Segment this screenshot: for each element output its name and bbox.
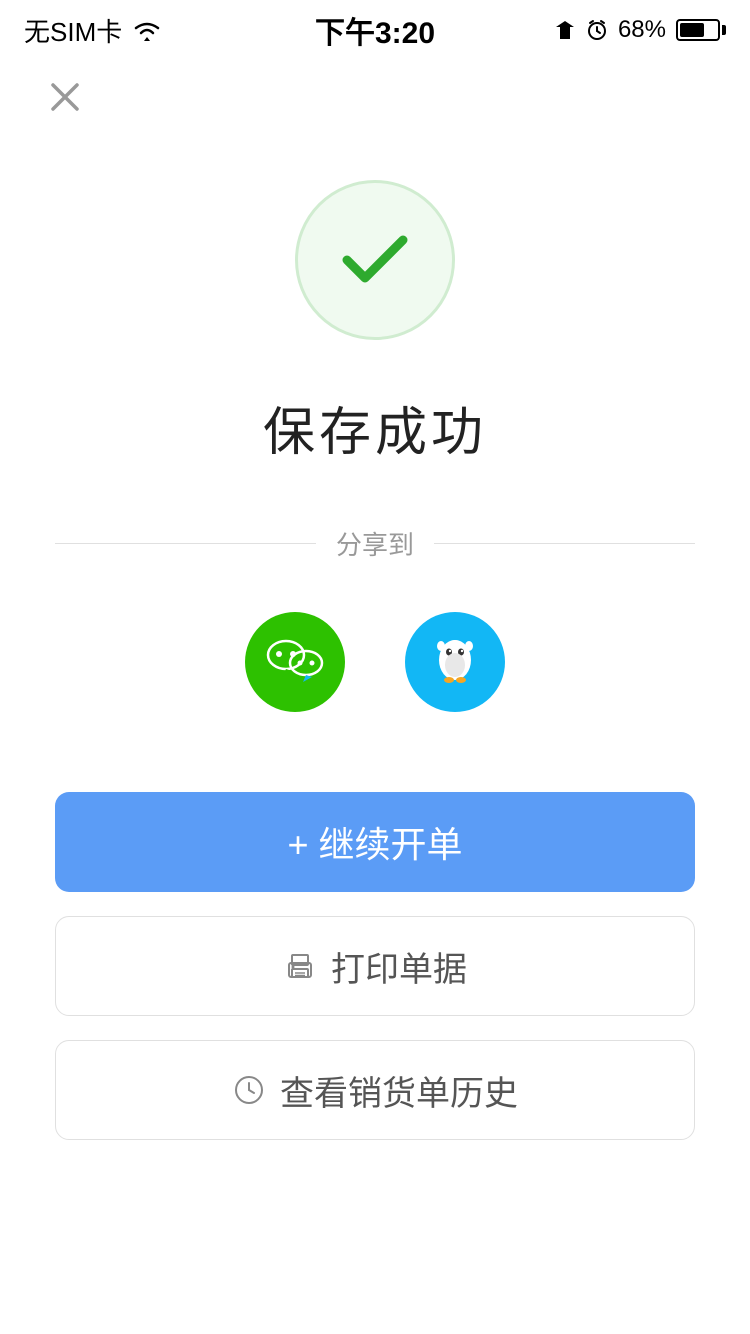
- status-time: 下午3:20: [315, 8, 435, 52]
- carrier-text: 无SIM卡: [24, 12, 122, 49]
- success-circle: [295, 180, 455, 340]
- history-button[interactable]: 查看销货单历史: [55, 1040, 695, 1140]
- share-divider: 分享到: [55, 525, 695, 562]
- wechat-share-button[interactable]: [245, 612, 345, 712]
- qq-share-button[interactable]: [405, 612, 505, 712]
- history-icon: [232, 1073, 266, 1107]
- wifi-icon: [132, 19, 162, 41]
- status-bar: 无SIM卡 下午3:20 68%: [0, 0, 750, 60]
- action-buttons: + 继续开单 打印单据 查看销货单历史: [55, 792, 695, 1140]
- status-carrier: 无SIM卡: [24, 12, 162, 49]
- battery-icon: [676, 19, 726, 41]
- history-label: 查看销货单历史: [280, 1066, 518, 1115]
- divider-line-right: [434, 543, 695, 544]
- printer-icon: [283, 949, 317, 983]
- close-button[interactable]: [40, 72, 90, 122]
- share-label: 分享到: [336, 525, 414, 562]
- alarm-icon: [586, 19, 608, 41]
- close-icon: [47, 79, 83, 115]
- print-button[interactable]: 打印单据: [55, 916, 695, 1016]
- divider-line-left: [55, 543, 316, 544]
- wechat-icon: [266, 637, 324, 687]
- print-label: 打印单据: [331, 942, 467, 991]
- check-icon: [335, 218, 415, 303]
- status-right: 68%: [554, 16, 726, 44]
- main-content: 保存成功 分享到: [0, 60, 750, 1140]
- location-icon: [554, 19, 576, 41]
- battery-percent: 68%: [618, 16, 666, 44]
- qq-icon: [425, 632, 485, 692]
- share-icons: [245, 612, 505, 712]
- checkmark-svg: [335, 218, 415, 298]
- continue-button[interactable]: + 继续开单: [55, 792, 695, 892]
- success-title: 保存成功: [263, 390, 487, 465]
